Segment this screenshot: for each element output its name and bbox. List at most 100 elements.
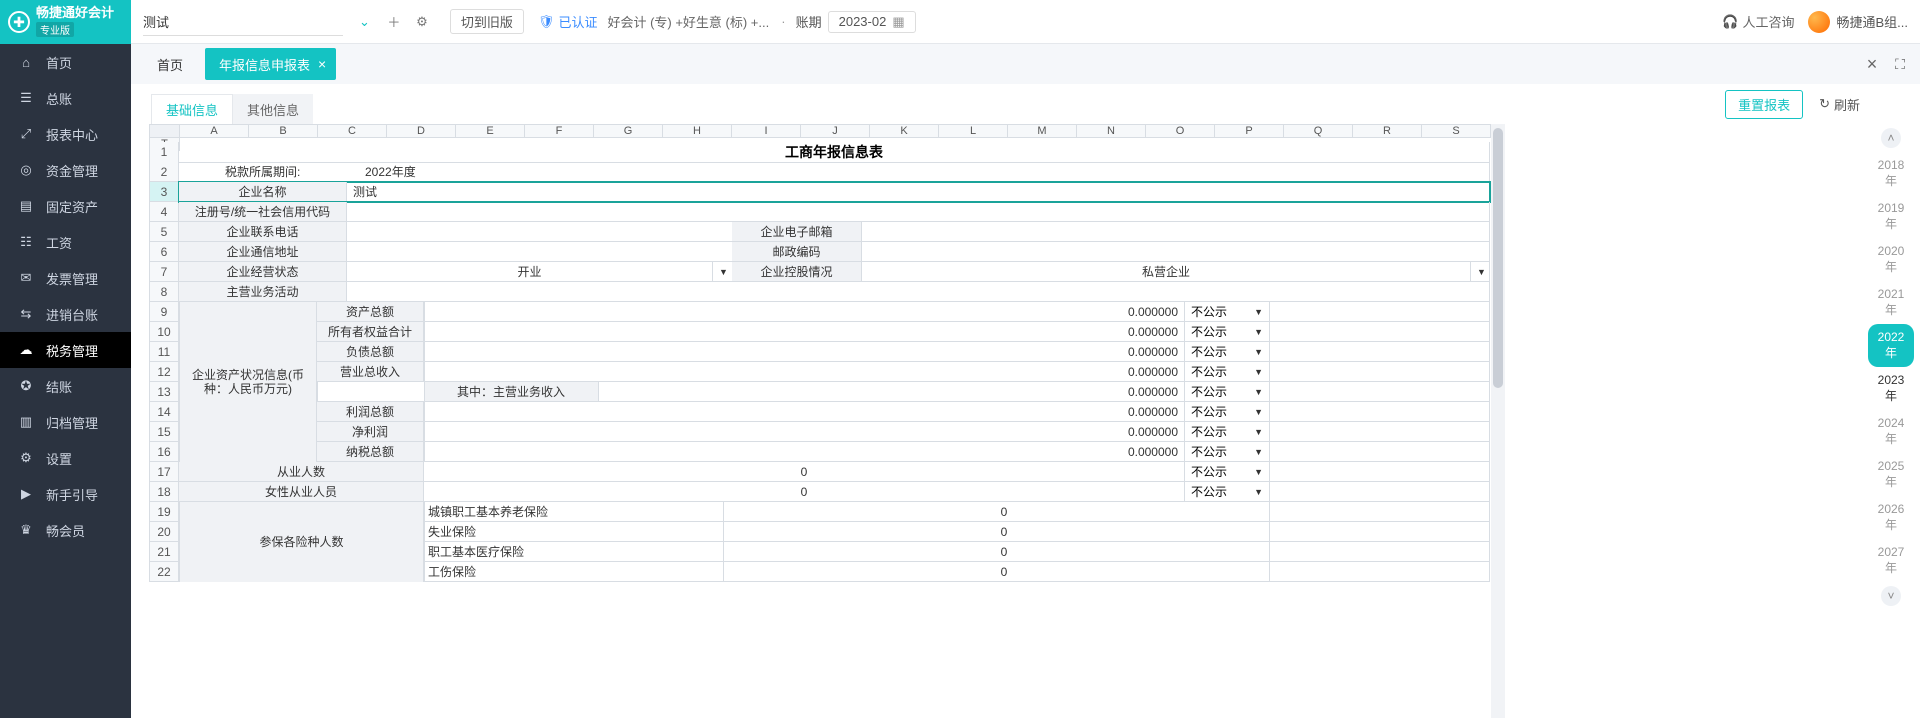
sheet-title[interactable]: 工商年报信息表 bbox=[179, 142, 1490, 163]
col-F[interactable]: F bbox=[525, 125, 594, 138]
cells[interactable]: 所有者权益合计0.000000不公示▼ bbox=[179, 322, 1490, 342]
emp-pub[interactable]: 不公示▼ bbox=[1184, 462, 1269, 481]
metric-value-4[interactable]: 0.000000 bbox=[424, 382, 1184, 401]
col-D[interactable]: D bbox=[387, 125, 456, 138]
company-selector[interactable]: 测试 bbox=[143, 8, 343, 36]
status-dd[interactable]: ▼ bbox=[712, 262, 732, 281]
avatar[interactable] bbox=[1808, 11, 1830, 33]
year-2022年[interactable]: 2022年 bbox=[1868, 324, 1914, 367]
col-B[interactable]: B bbox=[249, 125, 318, 138]
year-2019年[interactable]: 2019年 bbox=[1868, 195, 1914, 238]
female-emp-pub[interactable]: 不公示▼ bbox=[1184, 482, 1269, 501]
sidebar-item-9[interactable]: ✪结账 bbox=[0, 368, 131, 404]
female-emp-value[interactable]: 0 bbox=[424, 482, 1184, 501]
holding-value[interactable]: 私营企业 bbox=[862, 262, 1470, 281]
col-J[interactable]: J bbox=[801, 125, 870, 138]
cells[interactable]: 营业总收入0.000000不公示▼ bbox=[179, 362, 1490, 382]
subtab-0[interactable]: 基础信息 bbox=[151, 94, 233, 124]
cells[interactable]: 纳税总额0.000000不公示▼ bbox=[179, 442, 1490, 462]
sidebar-item-5[interactable]: ☷工资 bbox=[0, 224, 131, 260]
cells[interactable]: 企业通信地址邮政编码 bbox=[179, 242, 1490, 262]
col-C[interactable]: C bbox=[318, 125, 387, 138]
row-num[interactable]: 22 bbox=[149, 562, 179, 582]
year-2025年[interactable]: 2025年 bbox=[1868, 453, 1914, 496]
col-R[interactable]: R bbox=[1353, 125, 1422, 138]
row-num[interactable]: 13 bbox=[149, 382, 179, 402]
row-num[interactable]: 1 bbox=[149, 142, 179, 163]
row-num[interactable]: 6 bbox=[149, 242, 179, 262]
col-Q[interactable]: Q bbox=[1284, 125, 1353, 138]
row-num[interactable]: 5 bbox=[149, 222, 179, 242]
sidebar-item-11[interactable]: ⚙设置 bbox=[0, 440, 131, 476]
row-num[interactable]: 15 bbox=[149, 422, 179, 442]
row-num[interactable]: 21 bbox=[149, 542, 179, 562]
metric-value-5[interactable]: 0.000000 bbox=[424, 402, 1184, 421]
reset-report-button[interactable]: 重置报表 bbox=[1725, 90, 1803, 119]
year-2018年[interactable]: 2018年 bbox=[1868, 152, 1914, 195]
tab-annual-report[interactable]: 年报信息申报表 × bbox=[205, 48, 336, 80]
metric-value-6[interactable]: 0.000000 bbox=[424, 422, 1184, 441]
metric-value-3[interactable]: 0.000000 bbox=[424, 362, 1184, 381]
col-P[interactable]: P bbox=[1215, 125, 1284, 138]
col-M[interactable]: M bbox=[1008, 125, 1077, 138]
metric-pub-6[interactable]: 不公示▼ bbox=[1184, 422, 1269, 441]
cells[interactable]: 主营业务活动 bbox=[179, 282, 1490, 302]
row-num[interactable]: 3 bbox=[149, 182, 179, 202]
close-icon[interactable]: × bbox=[318, 56, 326, 72]
row-num[interactable]: 14 bbox=[149, 402, 179, 422]
metric-pub-1[interactable]: 不公示▼ bbox=[1184, 322, 1269, 341]
cells[interactable]: 女性从业人员0不公示▼ bbox=[179, 482, 1490, 502]
metric-value-1[interactable]: 0.000000 bbox=[424, 322, 1184, 341]
row-num[interactable]: 12 bbox=[149, 362, 179, 382]
row-num[interactable]: 2 bbox=[149, 162, 179, 182]
subtab-1[interactable]: 其他信息 bbox=[233, 94, 313, 124]
row-num[interactable]: 20 bbox=[149, 522, 179, 542]
sidebar-item-3[interactable]: ◎资金管理 bbox=[0, 152, 131, 188]
gear-icon[interactable]: ⚙ bbox=[412, 12, 432, 32]
col-H[interactable]: H bbox=[663, 125, 732, 138]
year-up-icon[interactable]: ˄ bbox=[1881, 128, 1901, 148]
col-O[interactable]: O bbox=[1146, 125, 1215, 138]
col-N[interactable]: N bbox=[1077, 125, 1146, 138]
refresh-button[interactable]: ↻ 刷新 bbox=[1819, 95, 1860, 114]
tab-home[interactable]: 首页 bbox=[141, 44, 199, 84]
cells[interactable]: 利润总额0.000000不公示▼ bbox=[179, 402, 1490, 422]
sidebar-item-8[interactable]: ☁税务管理 bbox=[0, 332, 131, 368]
col-I[interactable]: I bbox=[732, 125, 801, 138]
insure-value-0[interactable]: 0 bbox=[724, 502, 1284, 521]
sidebar-item-6[interactable]: ✉发票管理 bbox=[0, 260, 131, 296]
sidebar-item-2[interactable]: ⤢报表中心 bbox=[0, 116, 131, 152]
row-num[interactable]: 8 bbox=[149, 282, 179, 302]
holding-dd[interactable]: ▼ bbox=[1470, 262, 1490, 281]
year-2024年[interactable]: 2024年 bbox=[1868, 410, 1914, 453]
cells[interactable]: 资产总额0.000000不公示▼ bbox=[179, 302, 1490, 322]
metric-pub-5[interactable]: 不公示▼ bbox=[1184, 402, 1269, 421]
cells[interactable]: 注册号/统一社会信用代码 bbox=[179, 202, 1490, 222]
year-2020年[interactable]: 2020年 bbox=[1868, 238, 1914, 281]
col-G[interactable]: G bbox=[594, 125, 663, 138]
year-2023年[interactable]: 2023年 bbox=[1868, 367, 1914, 410]
row-num[interactable]: 17 bbox=[149, 462, 179, 482]
company-name-value[interactable]: 测试 bbox=[347, 182, 1490, 201]
sidebar-item-4[interactable]: ▤固定资产 bbox=[0, 188, 131, 224]
cells[interactable]: 企业经营状态开业▼企业控股情况私营企业▼ bbox=[179, 262, 1490, 282]
row-num[interactable]: 16 bbox=[149, 442, 179, 462]
period-selector[interactable]: 2023-02 ▦ bbox=[828, 11, 916, 33]
phone-value[interactable] bbox=[347, 222, 732, 241]
chevron-down-icon[interactable]: ⌄ bbox=[359, 14, 370, 30]
emp-value[interactable]: 0 bbox=[424, 462, 1184, 481]
sidebar-item-13[interactable]: ♛畅会员 bbox=[0, 512, 131, 548]
row-num[interactable]: 7 bbox=[149, 262, 179, 282]
col-L[interactable]: L bbox=[939, 125, 1008, 138]
col-S[interactable]: S bbox=[1422, 125, 1491, 138]
sidebar-item-0[interactable]: ⌂首页 bbox=[0, 44, 131, 80]
cells[interactable]: 企业联系电话企业电子邮箱 bbox=[179, 222, 1490, 242]
year-down-icon[interactable]: ˅ bbox=[1881, 586, 1901, 606]
vertical-scrollbar[interactable] bbox=[1491, 124, 1505, 718]
row-num[interactable]: 9 bbox=[149, 302, 179, 322]
col-A[interactable]: A bbox=[180, 125, 249, 138]
metric-value-0[interactable]: 0.000000 bbox=[424, 302, 1184, 321]
cells[interactable]: 负债总额0.000000不公示▼ bbox=[179, 342, 1490, 362]
metric-value-2[interactable]: 0.000000 bbox=[424, 342, 1184, 361]
fullscreen-icon[interactable]: ⛶ bbox=[1886, 56, 1914, 73]
